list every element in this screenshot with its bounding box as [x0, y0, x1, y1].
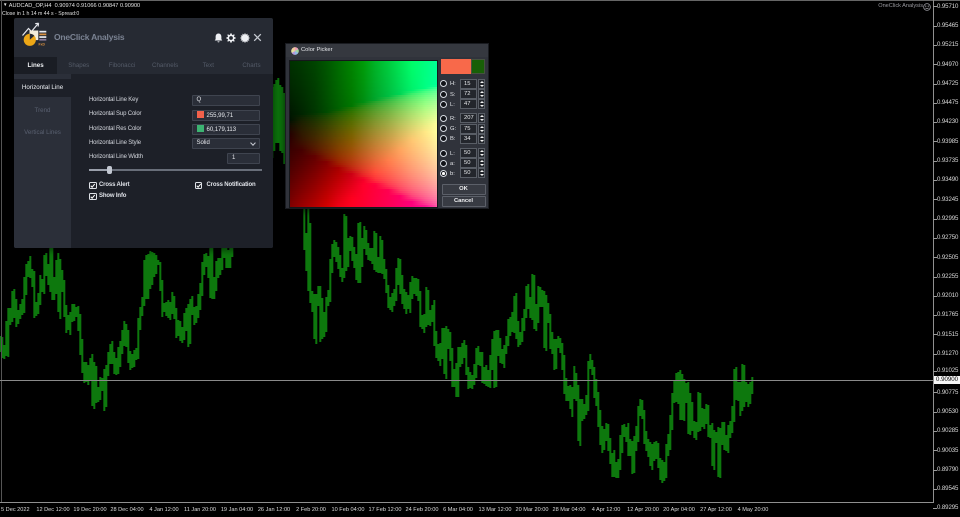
svg-text:FxD: FxD	[39, 43, 46, 47]
